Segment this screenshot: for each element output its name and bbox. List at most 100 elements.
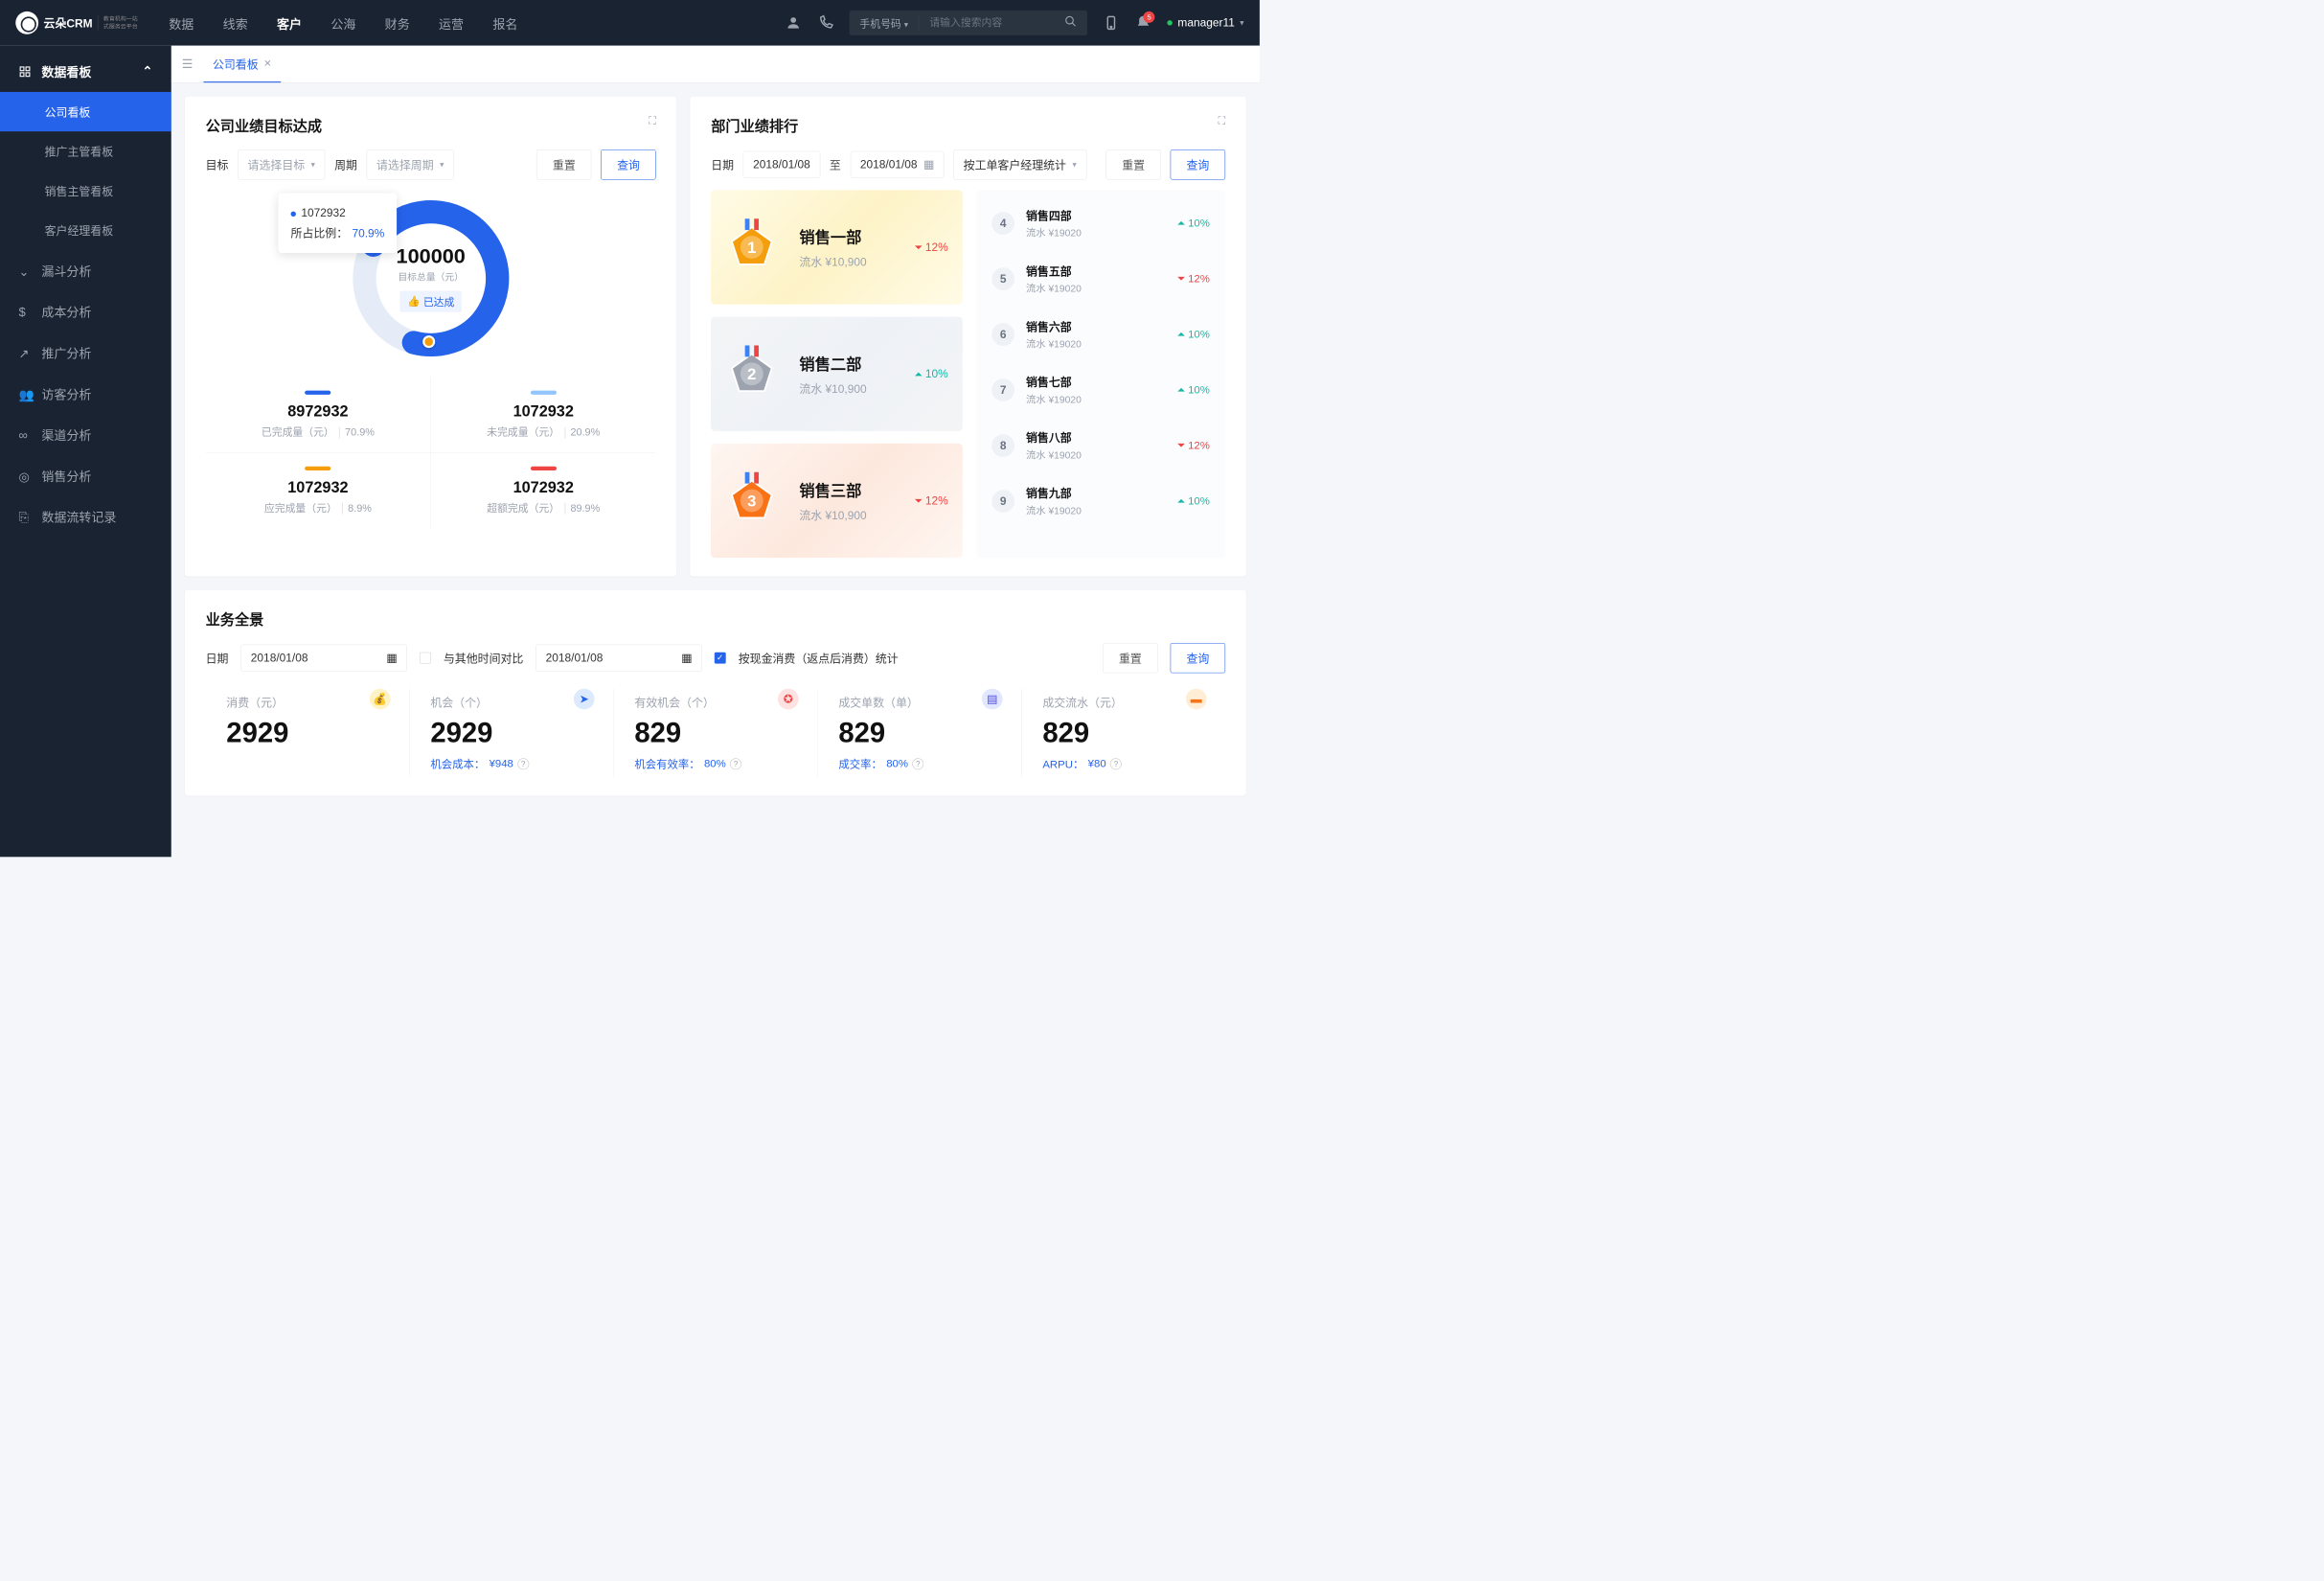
- topnav-item[interactable]: 公海: [330, 13, 355, 32]
- rank-row[interactable]: 5销售五部流水 ¥1902012%: [976, 251, 1225, 307]
- topnav-item[interactable]: 客户: [277, 13, 302, 32]
- date-label: 日期: [711, 156, 734, 172]
- chevron-up-icon: ⌃: [142, 64, 152, 80]
- logo[interactable]: 云朵CRM 教育机构一站 式服务云平台: [15, 11, 137, 34]
- svg-text:3: 3: [747, 492, 756, 510]
- search-type-select[interactable]: 手机号码 ▾: [850, 15, 920, 31]
- rank-card[interactable]: 1销售一部流水 ¥10,90012%: [711, 190, 963, 304]
- reset-button[interactable]: 重置: [1105, 149, 1160, 179]
- rank-row[interactable]: 8销售八部流水 ¥1902012%: [976, 418, 1225, 473]
- target-select[interactable]: 请选择目标▾: [238, 149, 325, 179]
- rank-card[interactable]: 3销售三部流水 ¥10,90012%: [711, 444, 963, 558]
- sidebar-item[interactable]: $成本分析: [0, 291, 171, 332]
- reset-button[interactable]: 重置: [536, 149, 591, 179]
- calendar-icon: ▦: [923, 158, 934, 172]
- svg-text:2: 2: [747, 365, 756, 383]
- svg-text:1: 1: [747, 239, 756, 257]
- reset-button[interactable]: 重置: [1103, 643, 1157, 673]
- chevron-down-icon: ▾: [1240, 17, 1243, 28]
- date-input-2[interactable]: 2018/01/08▦: [535, 645, 701, 672]
- topnav-item[interactable]: 财务: [385, 13, 410, 32]
- trend-pct: 12%: [1177, 272, 1210, 285]
- kpi-icon: ▤: [982, 689, 1003, 710]
- stat-bar-icon: [531, 391, 557, 395]
- brand-name: 云朵CRM: [44, 14, 93, 31]
- sidebar-item[interactable]: 公司看板: [0, 92, 171, 131]
- bell-icon[interactable]: 5: [1135, 14, 1151, 31]
- donut-total: 100000: [397, 244, 466, 267]
- kpi-card: 消费（元）2929 💰: [206, 689, 410, 777]
- cash-label: 按现金消费（返点后消费）统计: [739, 650, 899, 666]
- sidebar-item[interactable]: 👥访客分析: [0, 373, 171, 414]
- sidebar-item[interactable]: ↗推广分析: [0, 332, 171, 373]
- close-icon[interactable]: ✕: [263, 58, 271, 69]
- nav-icon: ⌄: [19, 264, 32, 277]
- arrow-icon: [1177, 332, 1185, 336]
- help-icon[interactable]: ?: [730, 758, 741, 769]
- stat-by-select[interactable]: 按工单客户经理统计▾: [953, 149, 1086, 179]
- sidebar-item[interactable]: 销售主管看板: [0, 171, 171, 210]
- sidebar-item[interactable]: ∞渠道分析: [0, 414, 171, 455]
- query-button[interactable]: 查询: [1171, 643, 1225, 673]
- search-input[interactable]: [920, 17, 1055, 29]
- rank-row[interactable]: 7销售七部流水 ¥1902010%: [976, 362, 1225, 418]
- sidebar-item[interactable]: 客户经理看板: [0, 211, 171, 250]
- user-menu[interactable]: manager11 ▾: [1168, 16, 1244, 30]
- goal-panel: 公司业绩目标达成 ⛶ 目标 请选择目标▾ 周期 请选择周期▾ 重置 查询 107…: [185, 97, 676, 577]
- expand-icon[interactable]: ⛶: [649, 115, 656, 126]
- rank-row[interactable]: 4销售四部流水 ¥1902010%: [976, 195, 1225, 251]
- help-icon[interactable]: ?: [1110, 758, 1122, 769]
- date-to-input[interactable]: 2018/01/08▦: [851, 151, 945, 178]
- nav-icon: $: [19, 305, 32, 317]
- chart-tooltip: 1072932 所占比例：70.9%: [279, 194, 398, 253]
- medal-icon: 2: [723, 345, 781, 402]
- sidebar-item[interactable]: 推广主管看板: [0, 131, 171, 171]
- collapse-menu-icon[interactable]: ☰: [182, 57, 194, 72]
- date-from-input[interactable]: 2018/01/08: [743, 151, 820, 178]
- user-icon[interactable]: [785, 14, 801, 31]
- query-button[interactable]: 查询: [601, 149, 655, 179]
- arrow-icon: [1177, 444, 1185, 447]
- cash-checkbox[interactable]: [715, 653, 726, 664]
- query-button[interactable]: 查询: [1171, 149, 1225, 179]
- rank-row[interactable]: 6销售六部流水 ¥1902010%: [976, 307, 1225, 362]
- nav-icon: ∞: [19, 428, 32, 441]
- device-icon[interactable]: [1103, 14, 1119, 31]
- help-icon[interactable]: ?: [517, 758, 529, 769]
- period-label: 周期: [334, 156, 357, 172]
- kpi-icon: ▬: [1186, 689, 1207, 710]
- rank-number: 4: [991, 212, 1014, 235]
- sidebar-group-dashboard[interactable]: 数据看板 ⌃: [0, 51, 171, 92]
- rank-card[interactable]: 2销售二部流水 ¥10,90010%: [711, 317, 963, 431]
- trend-pct: 10%: [1177, 217, 1210, 229]
- rank-number: 7: [991, 378, 1014, 401]
- search-button[interactable]: [1054, 14, 1087, 31]
- sidebar-item[interactable]: ◎销售分析: [0, 455, 171, 496]
- stat-item: 8972932已完成量（元）70.9%: [206, 377, 431, 452]
- arrow-icon: [915, 245, 923, 249]
- topnav-item[interactable]: 运营: [439, 13, 464, 32]
- expand-icon[interactable]: ⛶: [1219, 115, 1226, 126]
- topnav-item[interactable]: 线索: [223, 13, 248, 32]
- rank-row[interactable]: 9销售九部流水 ¥1902010%: [976, 473, 1225, 529]
- search-bar: 手机号码 ▾: [850, 11, 1088, 35]
- medal-icon: 3: [723, 472, 781, 530]
- date-label: 日期: [206, 650, 229, 666]
- rank-title: 部门业绩排行: [711, 115, 1225, 136]
- topnav-item[interactable]: 报名: [492, 13, 517, 32]
- rank-panel: 部门业绩排行 ⛶ 日期 2018/01/08 至 2018/01/08▦ 按工单…: [691, 97, 1246, 577]
- kpi-card: 成交流水（元）829ARPU：¥80?▬: [1022, 689, 1225, 777]
- tab-company-board[interactable]: 公司看板 ✕: [203, 46, 281, 82]
- arrow-icon: [915, 499, 923, 503]
- trend-pct: 10%: [1177, 328, 1210, 340]
- sidebar-item[interactable]: ⎘数据流转记录: [0, 496, 171, 538]
- nav-icon: 👥: [19, 387, 32, 400]
- compare-checkbox[interactable]: [420, 653, 431, 664]
- help-icon[interactable]: ?: [912, 758, 923, 769]
- sidebar: 数据看板 ⌃ 公司看板推广主管看板销售主管看板客户经理看板 ⌄漏斗分析$成本分析…: [0, 46, 171, 858]
- topnav-item[interactable]: 数据: [169, 13, 194, 32]
- sidebar-item[interactable]: ⌄漏斗分析: [0, 250, 171, 291]
- phone-icon[interactable]: [817, 14, 833, 31]
- date-input-1[interactable]: 2018/01/08▦: [240, 645, 406, 672]
- kpi-icon: 💰: [370, 689, 391, 710]
